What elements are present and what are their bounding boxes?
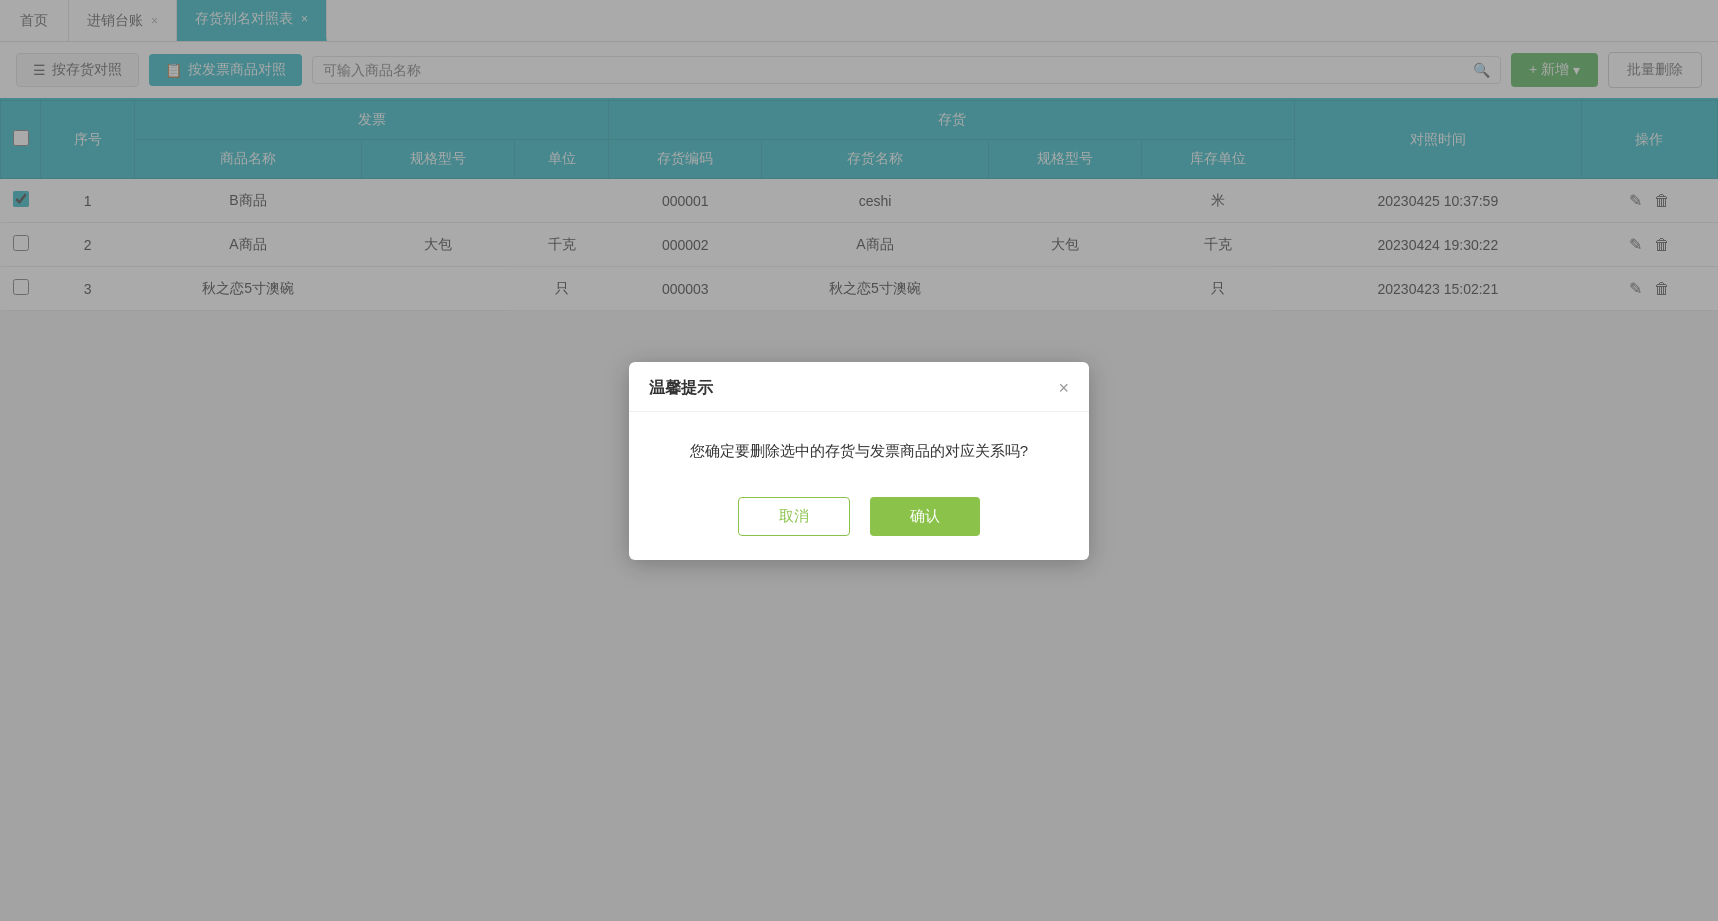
dialog-overlay: 温馨提示 × 您确定要删除选中的存货与发票商品的对应关系吗? 取消 确认 <box>0 0 1718 311</box>
